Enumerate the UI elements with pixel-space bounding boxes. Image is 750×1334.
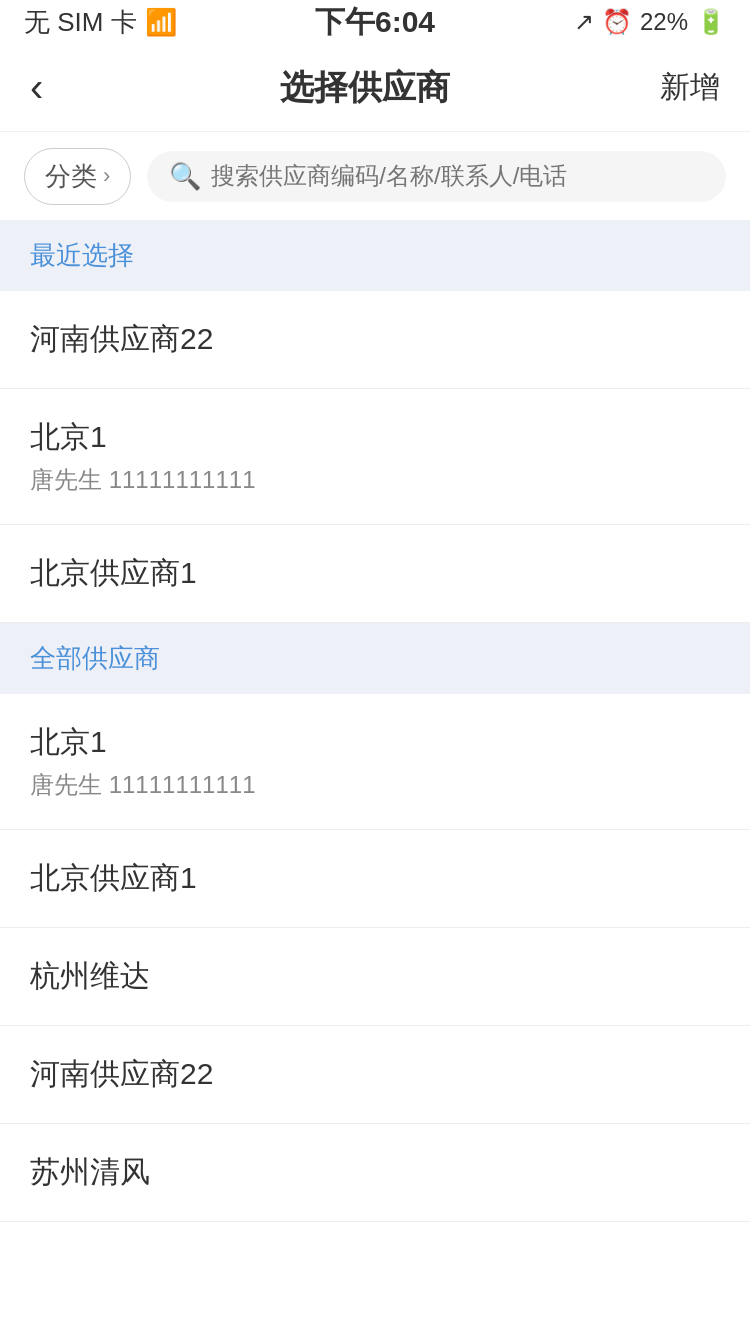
battery-level: 22% xyxy=(640,8,688,36)
status-right: ↗ ⏰ 22% 🔋 xyxy=(574,8,726,36)
back-icon: ‹ xyxy=(30,65,43,109)
list-item[interactable]: 北京1 唐先生 11111111111 xyxy=(0,389,750,525)
list-item[interactable]: 北京供应商1 xyxy=(0,525,750,623)
item-name: 杭州维达 xyxy=(30,956,720,997)
page-title: 选择供应商 xyxy=(90,65,640,111)
all-section-header: 全部供应商 xyxy=(0,623,750,694)
status-left: 无 SIM 卡 📶 xyxy=(24,5,177,40)
list-item[interactable]: 杭州维达 xyxy=(0,928,750,1026)
list-item[interactable]: 北京供应商1 xyxy=(0,830,750,928)
item-name: 河南供应商22 xyxy=(30,1054,720,1095)
search-input[interactable] xyxy=(211,162,704,190)
sim-label: 无 SIM 卡 xyxy=(24,5,137,40)
location-icon: ↗ xyxy=(574,8,594,36)
item-name: 苏州清风 xyxy=(30,1152,720,1193)
chevron-right-icon: › xyxy=(103,163,110,189)
nav-bar: ‹ 选择供应商 新增 xyxy=(0,44,750,132)
status-bar: 无 SIM 卡 📶 下午6:04 ↗ ⏰ 22% 🔋 xyxy=(0,0,750,44)
list-item[interactable]: 苏州清风 xyxy=(0,1124,750,1222)
list-item[interactable]: 河南供应商22 xyxy=(0,291,750,389)
item-name: 北京1 xyxy=(30,722,720,763)
category-label: 分类 xyxy=(45,159,97,194)
add-button[interactable]: 新增 xyxy=(640,67,720,108)
recent-section-header: 最近选择 xyxy=(0,220,750,291)
item-name: 北京供应商1 xyxy=(30,553,720,594)
item-name: 北京1 xyxy=(30,417,720,458)
search-box: 🔍 xyxy=(147,151,726,202)
recent-list: 河南供应商22 北京1 唐先生 11111111111 北京供应商1 xyxy=(0,291,750,623)
category-button[interactable]: 分类 › xyxy=(24,148,131,205)
all-list: 北京1 唐先生 11111111111 北京供应商1 杭州维达河南供应商22 苏州清… xyxy=(0,694,750,1222)
battery-icon: 🔋 xyxy=(696,8,726,36)
back-button[interactable]: ‹ xyxy=(30,65,90,110)
wifi-icon: 📶 xyxy=(145,7,177,38)
item-name: 北京供应商1 xyxy=(30,858,720,899)
status-time: 下午6:04 xyxy=(315,2,435,43)
list-item[interactable]: 河南供应商22 xyxy=(0,1026,750,1124)
filter-bar: 分类 › 🔍 xyxy=(0,132,750,220)
item-sub: 唐先生 11111111111 xyxy=(30,769,720,801)
search-icon: 🔍 xyxy=(169,161,201,192)
alarm-icon: ⏰ xyxy=(602,8,632,36)
list-item[interactable]: 北京1 唐先生 11111111111 xyxy=(0,694,750,830)
item-name: 河南供应商22 xyxy=(30,319,720,360)
item-sub: 唐先生 11111111111 xyxy=(30,464,720,496)
